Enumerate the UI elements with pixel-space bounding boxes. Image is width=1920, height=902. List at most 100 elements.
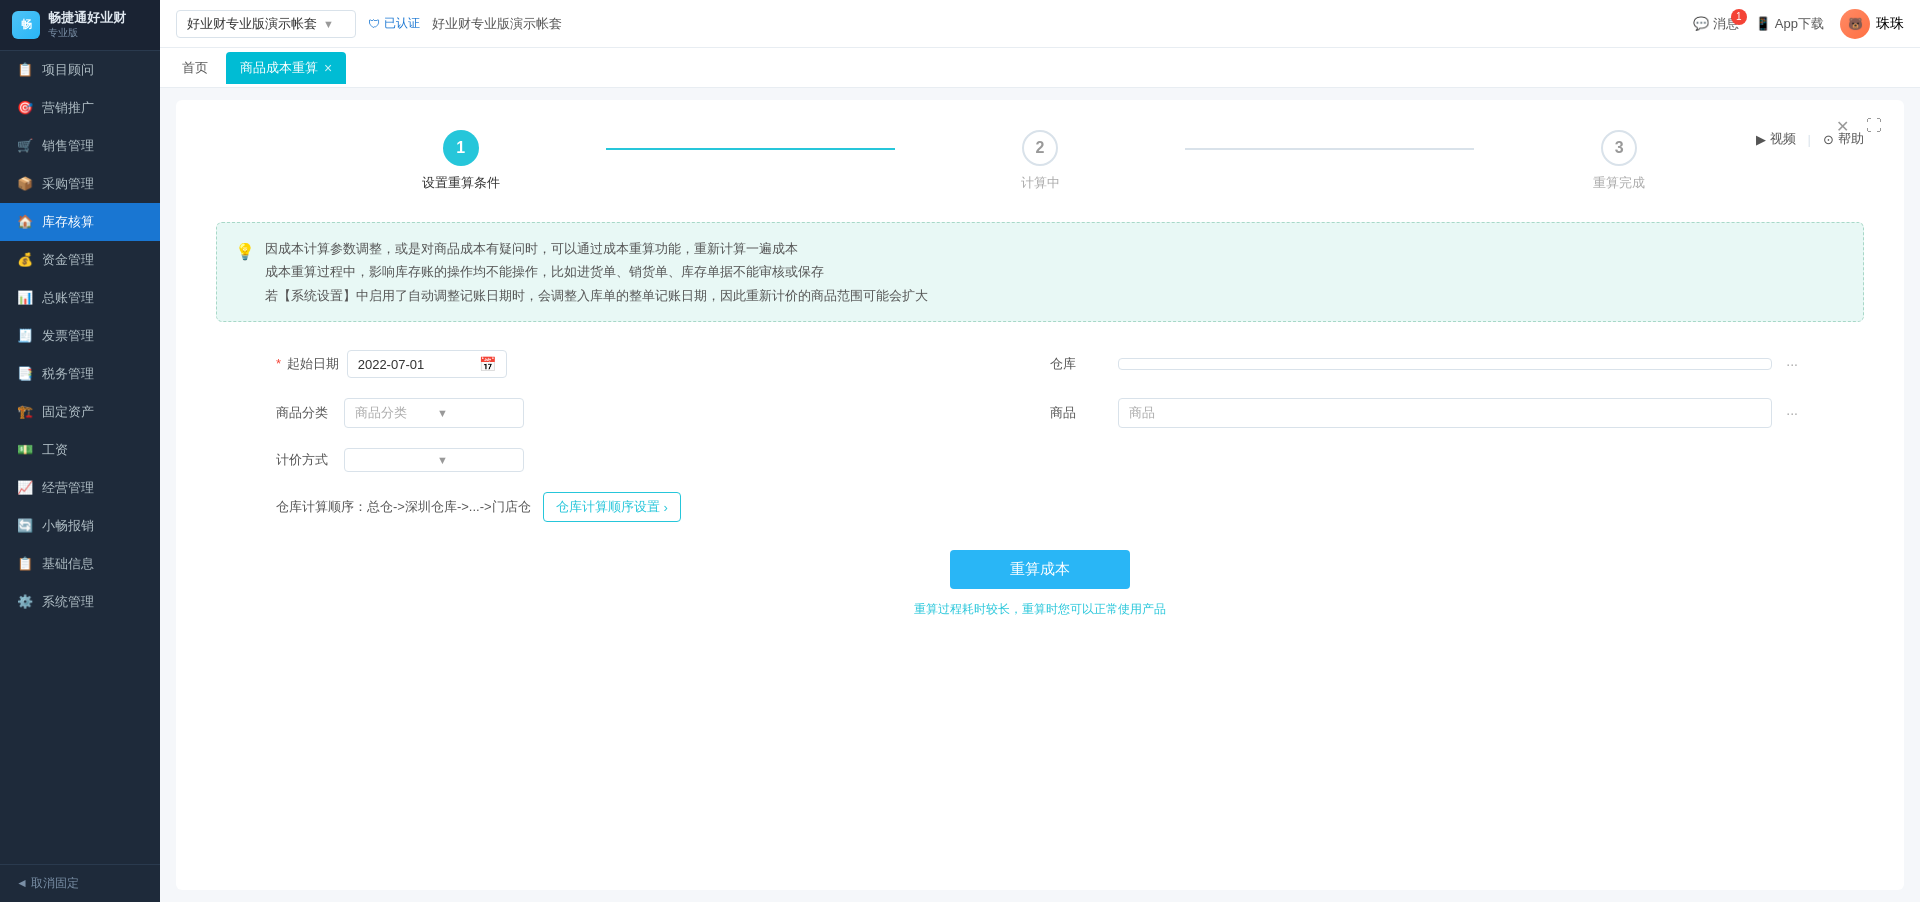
recalc-btn-label: 重算成本: [1010, 560, 1070, 577]
chevron-right-icon: ›: [664, 500, 668, 515]
warehouse-label: 仓库: [1050, 355, 1110, 373]
message-icon: 💬: [1693, 16, 1709, 31]
sidebar-item-sales[interactable]: 🛒 销售管理: [0, 127, 160, 165]
category-placeholder: 商品分类: [355, 404, 431, 422]
account-name: 好业财专业版演示帐套: [187, 15, 317, 33]
content-wrapper: ▶ 视频 | ⊙ 帮助 ✕ ⛶ 1 设置重算: [176, 100, 1904, 890]
verified-badge: 🛡 已认证: [368, 15, 420, 32]
sidebar-item-label: 系统管理: [42, 593, 94, 611]
sidebar-item-system[interactable]: ⚙️ 系统管理: [0, 583, 160, 621]
page-container: ▶ 视频 | ⊙ 帮助 ✕ ⛶ 1 设置重算: [160, 88, 1920, 902]
goods-more-btn[interactable]: ···: [1780, 403, 1804, 423]
invoice-icon: 🧾: [16, 327, 34, 345]
app-label: App下载: [1775, 15, 1824, 33]
start-date-input[interactable]: [358, 357, 473, 372]
sidebar-item-project[interactable]: 📋 项目顾问: [0, 51, 160, 89]
category-col: 商品分类 商品分类 ▼: [276, 398, 1030, 428]
sidebar-item-label: 小畅报销: [42, 517, 94, 535]
sidebar-item-label: 营销推广: [42, 99, 94, 117]
avatar-text: 🐻: [1848, 17, 1863, 31]
form-row-3: 计价方式 ▼: [276, 448, 1804, 472]
sidebar-item-label: 销售管理: [42, 137, 94, 155]
avatar: 🐻: [1840, 9, 1870, 39]
sidebar-item-expense[interactable]: 🔄 小畅报销: [0, 507, 160, 545]
message-button[interactable]: 💬 消息 1: [1693, 15, 1739, 33]
assets-icon: 🏗️: [16, 403, 34, 421]
step-label-1: 设置重算条件: [422, 174, 500, 192]
sidebar-item-tax[interactable]: 📑 税务管理: [0, 355, 160, 393]
stepper: 1 设置重算条件 2 计算中 3: [216, 130, 1864, 192]
user-avatar-button[interactable]: 🐻 珠珠: [1840, 9, 1904, 39]
step-3: 3 重算完成: [1474, 130, 1764, 192]
tax-icon: 📑: [16, 365, 34, 383]
info-line-3: 若【系统设置】中启用了自动调整记账日期时，会调整入库单的整单记账日期，因此重新计…: [265, 284, 928, 307]
app-download-button[interactable]: 📱 App下载: [1755, 15, 1824, 33]
sidebar-unpin[interactable]: ◄ 取消固定: [0, 864, 160, 902]
info-content: 因成本计算参数调整，或是对商品成本有疑问时，可以通过成本重算功能，重新计算一遍成…: [265, 237, 928, 307]
project-icon: 📋: [16, 61, 34, 79]
sidebar-item-label: 采购管理: [42, 175, 94, 193]
sidebar-item-purchase[interactable]: 📦 采购管理: [0, 165, 160, 203]
verified-text: 已认证: [384, 15, 420, 32]
tabs-bar: 首页 商品成本重算 ×: [160, 48, 1920, 88]
info-line-1: 因成本计算参数调整，或是对商品成本有疑问时，可以通过成本重算功能，重新计算一遍成…: [265, 237, 928, 260]
home-tab-label: 首页: [182, 59, 208, 77]
sidebar-item-payroll[interactable]: 💵 工资: [0, 431, 160, 469]
expense-icon: 🔄: [16, 517, 34, 535]
tab-label: 商品成本重算: [240, 59, 318, 77]
connector-line: [606, 148, 896, 150]
step-2: 2 计算中: [895, 130, 1185, 192]
tab-cost-recalc[interactable]: 商品成本重算 ×: [226, 52, 346, 84]
expand-page-button[interactable]: ⛶: [1860, 112, 1888, 140]
unpin-label: ◄ 取消固定: [16, 875, 79, 892]
sidebar-header: 畅 畅捷通好业财 专业版: [0, 0, 160, 51]
finance-icon: 💰: [16, 251, 34, 269]
submit-area: 重算成本 重算过程耗时较长，重算时您可以正常使用产品: [216, 550, 1864, 618]
sidebar-item-inventory[interactable]: 🏠 库存核算: [0, 203, 160, 241]
pricing-select[interactable]: ▼: [344, 448, 524, 472]
sidebar-item-invoice[interactable]: 🧾 发票管理: [0, 317, 160, 355]
goods-col: 商品 商品 ···: [1050, 398, 1804, 428]
goods-input[interactable]: 商品: [1118, 398, 1772, 428]
pricing-col: 计价方式 ▼: [276, 448, 1030, 472]
sidebar-item-accounting[interactable]: 📊 总账管理: [0, 279, 160, 317]
warehouse-setting-button[interactable]: 仓库计算顺序设置 ›: [543, 492, 681, 522]
sidebar-item-label: 库存核算: [42, 213, 94, 231]
sidebar-item-operation[interactable]: 📈 经营管理: [0, 469, 160, 507]
sidebar-item-finance[interactable]: 💰 资金管理: [0, 241, 160, 279]
topbar: 好业财专业版演示帐套 ▼ 🛡 已认证 好业财专业版演示帐套 💬 消息 1 📱 A…: [160, 0, 1920, 48]
warehouse-input[interactable]: [1118, 358, 1772, 370]
recalc-button[interactable]: 重算成本: [950, 550, 1130, 589]
warehouse-setting-label: 仓库计算顺序设置: [556, 498, 660, 516]
category-select[interactable]: 商品分类 ▼: [344, 398, 524, 428]
step-circle-2: 2: [1022, 130, 1058, 166]
step-label-2: 计算中: [1021, 174, 1060, 192]
sidebar-item-label: 资金管理: [42, 251, 94, 269]
message-badge: 1: [1731, 9, 1747, 25]
operation-icon: 📈: [16, 479, 34, 497]
sidebar-item-assets[interactable]: 🏗️ 固定资产: [0, 393, 160, 431]
warehouse-more-btn[interactable]: ···: [1780, 354, 1804, 374]
sidebar-item-label: 税务管理: [42, 365, 94, 383]
tab-home[interactable]: 首页: [168, 52, 222, 84]
warehouse-order-label: 仓库计算顺序：总仓->深圳仓库->...->门店仓: [276, 498, 531, 516]
recalc-note: 重算过程耗时较长，重算时您可以正常使用产品: [914, 601, 1166, 618]
phone-icon: 📱: [1755, 16, 1771, 31]
sidebar-scroll: 📋 项目顾问 🎯 营销推广 🛒 销售管理 📦 采购管理 🏠 库存核算 💰 资金管…: [0, 51, 160, 864]
sidebar-item-marketing[interactable]: 🎯 营销推广: [0, 89, 160, 127]
accounting-icon: 📊: [16, 289, 34, 307]
sidebar-item-label: 经营管理: [42, 479, 94, 497]
calendar-icon[interactable]: 📅: [479, 356, 496, 372]
warehouse-order-row: 仓库计算顺序：总仓->深圳仓库->...->门店仓 仓库计算顺序设置 ›: [216, 492, 1864, 522]
chevron-down-icon-2: ▼: [437, 454, 513, 466]
account-selector[interactable]: 好业财专业版演示帐套 ▼: [176, 10, 356, 38]
username-label: 珠珠: [1876, 15, 1904, 33]
tab-close-icon[interactable]: ×: [324, 60, 332, 76]
sidebar-item-label: 工资: [42, 441, 68, 459]
step-circle-3: 3: [1601, 130, 1637, 166]
date-input-wrap[interactable]: 📅: [347, 350, 507, 378]
step-circle-1: 1: [443, 130, 479, 166]
required-star: *: [276, 356, 281, 371]
sidebar-item-base[interactable]: 📋 基础信息: [0, 545, 160, 583]
purchase-icon: 📦: [16, 175, 34, 193]
